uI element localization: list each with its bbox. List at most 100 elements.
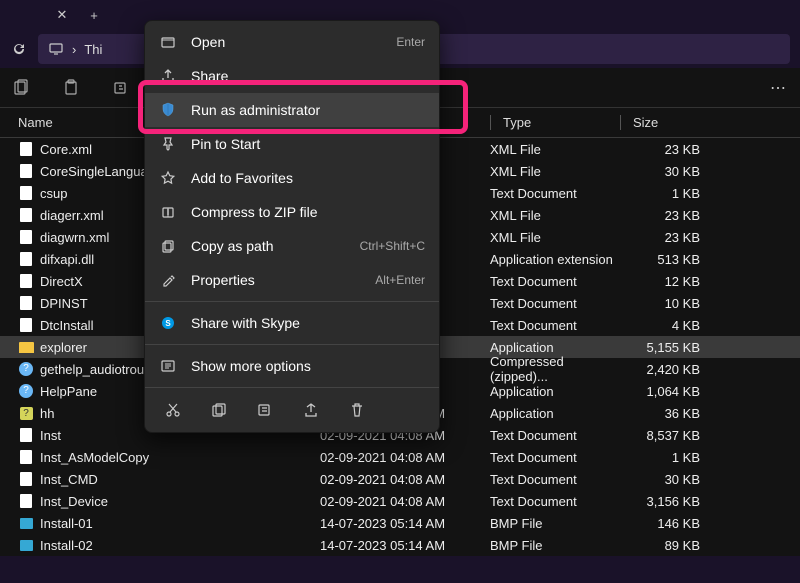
file-type: Application <box>480 340 620 355</box>
menu-item-properties[interactable]: PropertiesAlt+Enter <box>145 263 439 297</box>
rename-icon[interactable] <box>112 79 130 97</box>
file-date: 02-09-2021 04:08 AM <box>320 450 480 465</box>
share-arrow-icon[interactable] <box>301 400 321 420</box>
cut-icon[interactable] <box>163 400 183 420</box>
svg-text:S: S <box>165 319 171 328</box>
delete-icon[interactable] <box>347 400 367 420</box>
menu-item-shield[interactable]: Run as administrator <box>145 93 439 127</box>
tab-add-button[interactable]: + <box>82 3 106 27</box>
more-opts-icon <box>159 357 177 375</box>
menu-separator <box>145 301 439 302</box>
file-date: 02-09-2021 04:08 AM <box>320 472 480 487</box>
chevron-icon: › <box>72 42 76 57</box>
file-size: 89 KB <box>620 538 740 553</box>
file-type: XML File <box>480 164 620 179</box>
file-row[interactable]: Install-02 14-07-2023 05:14 AMBMP File89 … <box>0 534 800 556</box>
file-name: hh <box>40 406 54 421</box>
file-row[interactable]: Inst_AsModelCopy02-09-2021 04:08 AMText … <box>0 446 800 468</box>
menu-separator <box>145 344 439 345</box>
document-icon <box>18 449 34 465</box>
menu-item-label: Compress to ZIP file <box>191 204 425 220</box>
tab-close-button[interactable]: ✕ <box>50 3 74 27</box>
menu-item-label: Run as administrator <box>191 102 425 118</box>
file-size: 30 KB <box>620 472 740 487</box>
document-icon <box>18 229 34 245</box>
document-icon <box>18 427 34 443</box>
folder-icon <box>18 339 34 355</box>
menu-item-zip[interactable]: Compress to ZIP file <box>145 195 439 229</box>
file-name: Core.xml <box>40 142 92 157</box>
file-size: 30 KB <box>620 164 740 179</box>
file-type: Text Document <box>480 274 620 289</box>
paste-icon[interactable] <box>62 79 80 97</box>
copy-path-icon <box>159 237 177 255</box>
help-icon: ? <box>18 361 34 377</box>
file-size: 1,064 KB <box>620 384 740 399</box>
file-row[interactable]: Inst_Device02-09-2021 04:08 AMText Docum… <box>0 490 800 512</box>
file-name: diagwrn.xml <box>40 230 109 245</box>
file-type: Text Document <box>480 494 620 509</box>
reload-icon[interactable] <box>10 40 28 58</box>
menu-item-open[interactable]: Open Enter <box>145 25 439 59</box>
share-icon <box>159 67 177 85</box>
properties-icon <box>159 271 177 289</box>
file-size: 1 KB <box>620 186 740 201</box>
file-size: 513 KB <box>620 252 740 267</box>
document-icon <box>18 251 34 267</box>
file-type: Text Document <box>480 296 620 311</box>
help-file-icon: ? <box>18 405 34 421</box>
file-name: Inst_CMD <box>40 472 98 487</box>
file-name: diagerr.xml <box>40 208 104 223</box>
file-size: 3,156 KB <box>620 494 740 509</box>
file-type: BMP File <box>480 538 620 553</box>
menu-item-skype[interactable]: SShare with Skype <box>145 306 439 340</box>
menu-item-copy-path[interactable]: Copy as pathCtrl+Shift+C <box>145 229 439 263</box>
monitor-icon <box>48 41 64 57</box>
document-icon <box>18 141 34 157</box>
file-name: Inst_AsModelCopy <box>40 450 149 465</box>
file-size: 1 KB <box>620 450 740 465</box>
file-size: 23 KB <box>620 208 740 223</box>
copy-icon[interactable] <box>12 79 30 97</box>
file-type: Application <box>480 384 620 399</box>
file-type: Compressed (zipped)... <box>480 354 620 384</box>
menu-item-label: Copy as path <box>191 238 346 254</box>
menu-item-label: Properties <box>191 272 361 288</box>
document-icon <box>18 163 34 179</box>
file-name: gethelp_audiotroub <box>40 362 151 377</box>
menu-item-label: Open <box>191 34 382 50</box>
file-size: 146 KB <box>620 516 740 531</box>
skype-icon: S <box>159 314 177 332</box>
copy-icon[interactable] <box>209 400 229 420</box>
file-date: 14-07-2023 05:14 AM <box>320 538 480 553</box>
menu-item-more-opts[interactable]: Show more options <box>145 349 439 383</box>
file-row[interactable]: Inst_CMD 02-09-2021 04:08 AMText Document… <box>0 468 800 490</box>
document-icon <box>18 207 34 223</box>
menu-item-pin[interactable]: Pin to Start <box>145 127 439 161</box>
file-type: Application extension <box>480 252 620 267</box>
file-size: 12 KB <box>620 274 740 289</box>
file-type: Text Document <box>480 318 620 333</box>
menu-item-shortcut: Enter <box>396 35 425 49</box>
address-text: Thi <box>84 42 102 57</box>
file-type: Application <box>480 406 620 421</box>
file-name: Install-02 <box>40 538 93 553</box>
file-size: 10 KB <box>620 296 740 311</box>
file-size: 23 KB <box>620 142 740 157</box>
more-button[interactable]: ⋯ <box>770 78 788 98</box>
column-type[interactable]: Type <box>480 115 620 130</box>
file-row[interactable]: Install-0114-07-2023 05:14 AMBMP File146… <box>0 512 800 534</box>
rename-icon[interactable] <box>255 400 275 420</box>
document-icon <box>18 317 34 333</box>
file-size: 5,155 KB <box>620 340 740 355</box>
file-size: 23 KB <box>620 230 740 245</box>
file-type: Text Document <box>480 472 620 487</box>
menu-item-star[interactable]: Add to Favorites <box>145 161 439 195</box>
menu-icons-row <box>145 392 439 428</box>
file-name: Inst_Device <box>40 494 108 509</box>
column-size[interactable]: Size <box>620 115 740 130</box>
open-icon <box>159 33 177 51</box>
menu-item-share[interactable]: Share <box>145 59 439 93</box>
file-name: csup <box>40 186 67 201</box>
context-menu: Open Enter Share Run as administrator Pin to… <box>144 20 440 433</box>
